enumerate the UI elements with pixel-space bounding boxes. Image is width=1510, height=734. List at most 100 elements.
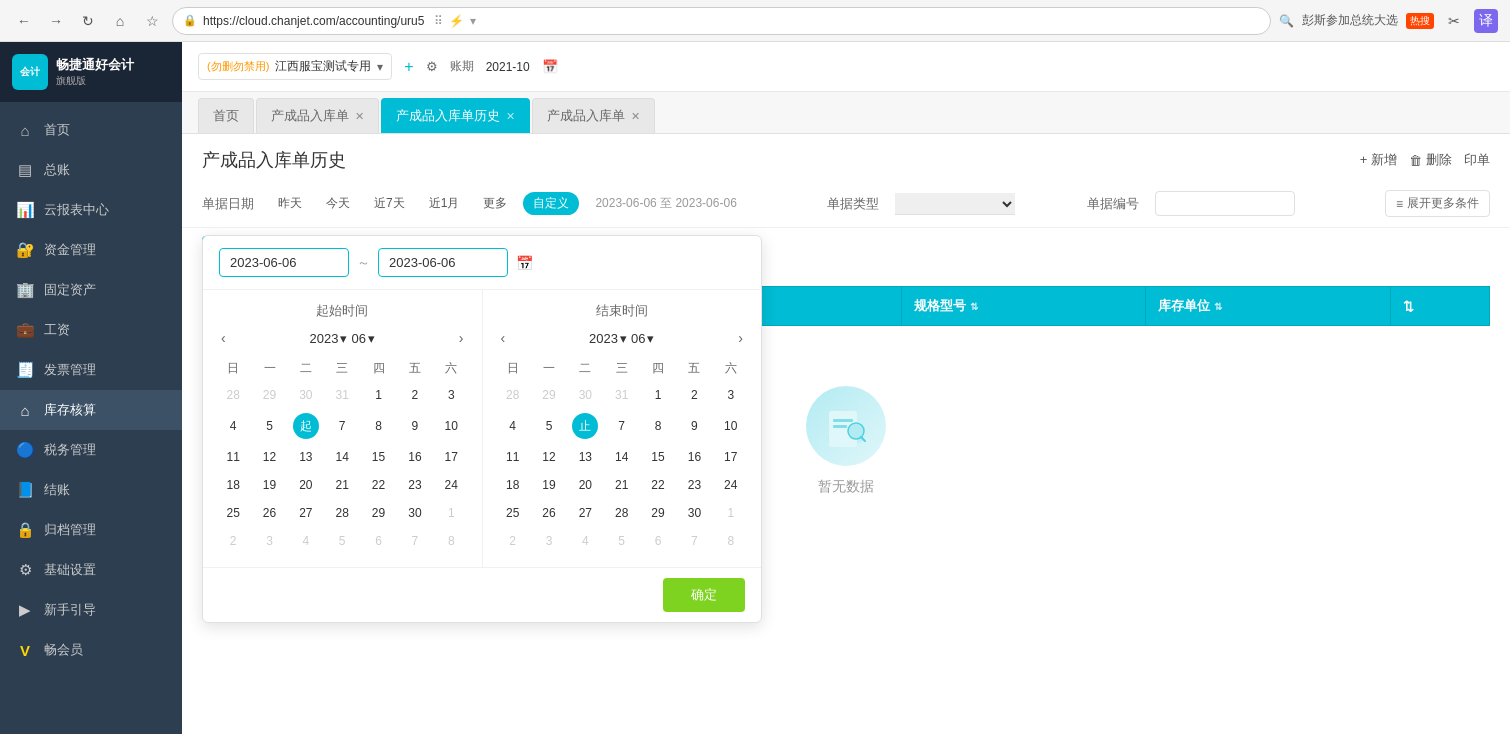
calendar-day[interactable]: 8 xyxy=(640,409,676,443)
sidebar-item-salary[interactable]: 💼 工资 xyxy=(0,310,182,350)
print-button[interactable]: 印单 xyxy=(1464,151,1490,169)
calendar-day[interactable]: 5 xyxy=(251,409,287,443)
shortcut-1month[interactable]: 近1月 xyxy=(421,192,468,215)
calendar-day[interactable]: 4 xyxy=(567,527,603,555)
calendar-day[interactable]: 16 xyxy=(397,443,433,471)
tab-inventory1[interactable]: 产成品入库单 ✕ xyxy=(256,98,379,133)
calendar-day[interactable]: 29 xyxy=(640,499,676,527)
calendar-day[interactable]: 1 xyxy=(640,381,676,409)
scissors-button[interactable]: ✂ xyxy=(1442,9,1466,33)
translate-button[interactable]: 译 xyxy=(1474,9,1498,33)
company-selector[interactable]: (勿删勿禁用) 江西服宝测试专用 ▾ xyxy=(198,53,392,80)
sidebar-item-guide[interactable]: ▶ 新手引导 xyxy=(0,590,182,630)
calendar-day[interactable]: 8 xyxy=(360,409,396,443)
calendar-day[interactable]: 17 xyxy=(713,443,749,471)
sidebar-item-close[interactable]: 📘 结账 xyxy=(0,470,182,510)
doc-type-select[interactable] xyxy=(895,193,1015,215)
calendar-day[interactable]: 4 xyxy=(215,409,251,443)
tab-home[interactable]: 首页 xyxy=(198,98,254,133)
calendar-day[interactable]: 18 xyxy=(495,471,531,499)
sidebar-item-vip[interactable]: V 畅会员 xyxy=(0,630,182,670)
settings-gear-icon[interactable]: ⚙ xyxy=(426,59,438,74)
calendar-day[interactable]: 7 xyxy=(397,527,433,555)
calendar-day[interactable]: 23 xyxy=(676,471,712,499)
end-date-input[interactable] xyxy=(378,248,508,277)
calendar-day[interactable]: 15 xyxy=(360,443,396,471)
calendar-day[interactable]: 3 xyxy=(251,527,287,555)
calendar-day[interactable]: 22 xyxy=(360,471,396,499)
add-company-icon[interactable]: + xyxy=(404,58,413,76)
calendar-day[interactable]: 26 xyxy=(531,499,567,527)
tab-inventory2[interactable]: 产成品入库单 ✕ xyxy=(532,98,655,133)
back-button[interactable]: ← xyxy=(12,9,36,33)
calendar-day[interactable]: 13 xyxy=(288,443,324,471)
calendar-day[interactable]: 24 xyxy=(433,471,469,499)
sidebar-item-settings[interactable]: ⚙ 基础设置 xyxy=(0,550,182,590)
calendar-day[interactable]: 31 xyxy=(324,381,360,409)
shortcut-today[interactable]: 今天 xyxy=(318,192,358,215)
end-cal-prev[interactable]: ‹ xyxy=(495,328,512,348)
calendar-day[interactable]: 13 xyxy=(567,443,603,471)
calendar-day[interactable]: 6 xyxy=(360,527,396,555)
calendar-day[interactable]: 28 xyxy=(495,381,531,409)
calendar-day[interactable]: 4 xyxy=(495,409,531,443)
end-cal-year[interactable]: 2023▾ xyxy=(589,331,627,346)
calendar-day[interactable]: 19 xyxy=(531,471,567,499)
calendar-day[interactable]: 11 xyxy=(215,443,251,471)
calendar-day[interactable]: 25 xyxy=(215,499,251,527)
calendar-day[interactable]: 27 xyxy=(288,499,324,527)
calendar-day[interactable]: 14 xyxy=(324,443,360,471)
sidebar-item-assets[interactable]: 🏢 固定资产 xyxy=(0,270,182,310)
calendar-day[interactable]: 20 xyxy=(567,471,603,499)
home-button[interactable]: ⌂ xyxy=(108,9,132,33)
calendar-day[interactable]: 30 xyxy=(567,381,603,409)
calendar-day[interactable]: 2 xyxy=(215,527,251,555)
calendar-day[interactable]: 1 xyxy=(360,381,396,409)
calendar-day[interactable]: 7 xyxy=(324,409,360,443)
calendar-day[interactable]: 起 xyxy=(288,409,324,443)
calendar-day[interactable]: 12 xyxy=(531,443,567,471)
confirm-button[interactable]: 确定 xyxy=(663,578,745,612)
calendar-day[interactable]: 17 xyxy=(433,443,469,471)
calendar-day[interactable]: 27 xyxy=(567,499,603,527)
calendar-day[interactable]: 15 xyxy=(640,443,676,471)
calendar-day[interactable]: 4 xyxy=(288,527,324,555)
calendar-day[interactable]: 5 xyxy=(604,527,640,555)
calendar-day[interactable]: 2 xyxy=(397,381,433,409)
calendar-day[interactable]: 21 xyxy=(604,471,640,499)
doc-number-input[interactable] xyxy=(1155,191,1295,216)
calendar-day[interactable]: 7 xyxy=(676,527,712,555)
calendar-day[interactable]: 8 xyxy=(433,527,469,555)
calendar-day[interactable]: 9 xyxy=(676,409,712,443)
sidebar-item-ledger[interactable]: ▤ 总账 xyxy=(0,150,182,190)
tab-inventory2-close[interactable]: ✕ xyxy=(631,110,640,123)
calendar-day[interactable]: 11 xyxy=(495,443,531,471)
end-cal-month[interactable]: 06▾ xyxy=(631,331,654,346)
forward-button[interactable]: → xyxy=(44,9,68,33)
calendar-day[interactable]: 25 xyxy=(495,499,531,527)
start-date-input[interactable] xyxy=(219,248,349,277)
sidebar-item-funds[interactable]: 🔐 资金管理 xyxy=(0,230,182,270)
calendar-day[interactable]: 20 xyxy=(288,471,324,499)
delete-button[interactable]: 🗑 删除 xyxy=(1409,151,1452,169)
calendar-day[interactable]: 29 xyxy=(251,381,287,409)
calendar-day[interactable]: 29 xyxy=(360,499,396,527)
calendar-day[interactable]: 止 xyxy=(567,409,603,443)
url-bar[interactable]: 🔒 https://cloud.chanjet.com/accounting/u… xyxy=(172,7,1271,35)
calendar-day[interactable]: 5 xyxy=(324,527,360,555)
end-cal-next[interactable]: › xyxy=(732,328,749,348)
start-cal-prev[interactable]: ‹ xyxy=(215,328,232,348)
calendar-icon[interactable]: 📅 xyxy=(542,59,558,74)
shortcut-more[interactable]: 更多 xyxy=(475,192,515,215)
calendar-day[interactable]: 18 xyxy=(215,471,251,499)
calendar-day[interactable]: 30 xyxy=(288,381,324,409)
calendar-day[interactable]: 12 xyxy=(251,443,287,471)
calendar-picker-icon[interactable]: 📅 xyxy=(516,255,533,271)
calendar-day[interactable]: 31 xyxy=(604,381,640,409)
sidebar-item-inventory[interactable]: ⌂ 库存核算 xyxy=(0,390,182,430)
calendar-day[interactable]: 14 xyxy=(604,443,640,471)
calendar-day[interactable]: 8 xyxy=(713,527,749,555)
sidebar-item-home[interactable]: ⌂ 首页 xyxy=(0,110,182,150)
calendar-day[interactable]: 23 xyxy=(397,471,433,499)
calendar-day[interactable]: 28 xyxy=(604,499,640,527)
